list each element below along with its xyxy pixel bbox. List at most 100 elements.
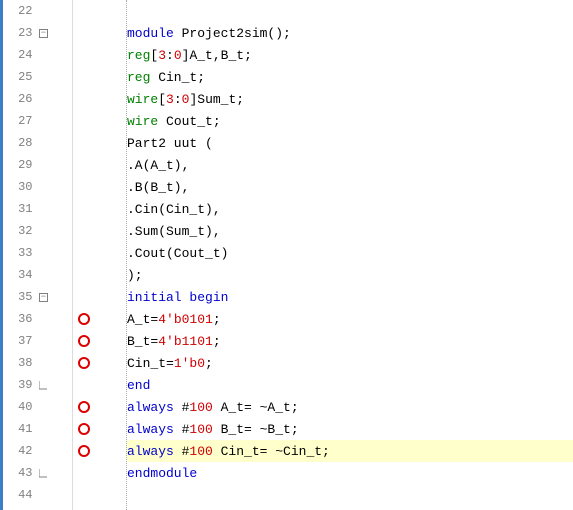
code-token: .B(B_t), — [127, 180, 189, 195]
breakpoint-slot[interactable] — [73, 374, 99, 396]
code-line[interactable]: Cin_t=1'b0; — [127, 352, 573, 374]
line-number: 32 — [3, 224, 33, 238]
code-token: .Sum(Sum_t), — [127, 224, 221, 239]
code-line[interactable]: Part2 uut ( — [127, 132, 573, 154]
line-number: 44 — [3, 488, 33, 502]
code-token: wire — [127, 114, 158, 129]
line-number: 22 — [3, 4, 33, 18]
code-token: 0 — [182, 92, 190, 107]
code-line[interactable]: endmodule — [127, 462, 573, 484]
breakpoint-slot[interactable] — [73, 352, 99, 374]
code-line[interactable]: .Cout(Cout_t) — [127, 242, 573, 264]
breakpoint-slot[interactable] — [73, 44, 99, 66]
code-line[interactable]: wire Cout_t; — [127, 110, 573, 132]
code-line[interactable]: reg[3:0]A_t,B_t; — [127, 44, 573, 66]
code-area[interactable]: module Project2sim();reg[3:0]A_t,B_t;reg… — [99, 0, 573, 510]
gutter-line: 33 — [3, 242, 72, 264]
code-token: ]A_t,B_t; — [182, 48, 252, 63]
breakpoint-icon[interactable] — [78, 335, 90, 347]
breakpoint-slot[interactable] — [73, 396, 99, 418]
fold-close-icon[interactable] — [39, 469, 48, 478]
breakpoint-slot[interactable] — [73, 0, 99, 22]
code-token: 100 — [189, 400, 212, 415]
gutter-line: 42 — [3, 440, 72, 462]
code-line[interactable]: always #100 A_t= ~A_t; — [127, 396, 573, 418]
code-token: # — [174, 444, 190, 459]
code-token: Project2sim(); — [174, 26, 291, 41]
breakpoint-slot[interactable] — [73, 154, 99, 176]
code-line[interactable]: reg Cin_t; — [127, 66, 573, 88]
code-token: 100 — [189, 422, 212, 437]
gutter-line: 27 — [3, 110, 72, 132]
gutter-line: 29 — [3, 154, 72, 176]
gutter-line: 30 — [3, 176, 72, 198]
fold-close-icon[interactable] — [39, 381, 48, 390]
breakpoint-slot[interactable] — [73, 418, 99, 440]
gutter-line: 35− — [3, 286, 72, 308]
code-token: ; — [213, 334, 221, 349]
code-line[interactable]: ); — [127, 264, 573, 286]
breakpoint-slot[interactable] — [73, 242, 99, 264]
code-token: begin — [189, 290, 228, 305]
code-line[interactable]: A_t=4'b0101; — [127, 308, 573, 330]
code-line[interactable]: end — [127, 374, 573, 396]
gutter-line: 32 — [3, 220, 72, 242]
code-token: # — [174, 422, 190, 437]
gutter-line: 31 — [3, 198, 72, 220]
fold-open-icon[interactable]: − — [39, 29, 48, 38]
breakpoint-icon[interactable] — [78, 357, 90, 369]
breakpoint-icon[interactable] — [78, 313, 90, 325]
code-line[interactable]: .A(A_t), — [127, 154, 573, 176]
code-line[interactable] — [127, 0, 573, 22]
line-number: 24 — [3, 48, 33, 62]
breakpoint-slot[interactable] — [73, 308, 99, 330]
breakpoint-slot[interactable] — [73, 66, 99, 88]
gutter-line: 25 — [3, 66, 72, 88]
line-number: 28 — [3, 136, 33, 150]
code-token: always — [127, 444, 174, 459]
line-number: 31 — [3, 202, 33, 216]
code-line[interactable]: B_t=4'b1101; — [127, 330, 573, 352]
code-line[interactable]: module Project2sim(); — [127, 22, 573, 44]
code-token: A_t= — [127, 312, 158, 327]
breakpoint-slot[interactable] — [73, 462, 99, 484]
breakpoint-slot[interactable] — [73, 220, 99, 242]
line-number: 42 — [3, 444, 33, 458]
line-number: 25 — [3, 70, 33, 84]
breakpoint-slot[interactable] — [73, 110, 99, 132]
code-token: end — [127, 378, 150, 393]
breakpoint-icon[interactable] — [78, 423, 90, 435]
code-line[interactable]: .Sum(Sum_t), — [127, 220, 573, 242]
breakpoint-slot[interactable] — [73, 330, 99, 352]
breakpoint-slot[interactable] — [73, 176, 99, 198]
code-line[interactable]: always #100 B_t= ~B_t; — [127, 418, 573, 440]
breakpoint-icon[interactable] — [78, 445, 90, 457]
code-line[interactable]: .B(B_t), — [127, 176, 573, 198]
breakpoint-icon[interactable] — [78, 401, 90, 413]
breakpoint-slot[interactable] — [73, 132, 99, 154]
code-token: 3 — [166, 92, 174, 107]
code-line[interactable]: initial begin — [127, 286, 573, 308]
breakpoint-slot[interactable] — [73, 88, 99, 110]
code-token: 100 — [189, 444, 212, 459]
breakpoint-slot[interactable] — [73, 264, 99, 286]
code-token: ]Sum_t; — [189, 92, 244, 107]
code-token: reg — [127, 48, 150, 63]
code-line[interactable] — [127, 484, 573, 506]
fold-open-icon[interactable]: − — [39, 293, 48, 302]
code-token: A_t= ~A_t; — [213, 400, 299, 415]
line-number: 29 — [3, 158, 33, 172]
code-line[interactable]: .Cin(Cin_t), — [127, 198, 573, 220]
breakpoint-slot[interactable] — [73, 286, 99, 308]
code-token: [ — [158, 92, 166, 107]
code-line[interactable]: wire[3:0]Sum_t; — [127, 88, 573, 110]
code-token: Cout_t; — [158, 114, 220, 129]
breakpoint-slot[interactable] — [73, 22, 99, 44]
breakpoint-slot[interactable] — [73, 440, 99, 462]
line-number: 43 — [3, 466, 33, 480]
line-number: 41 — [3, 422, 33, 436]
breakpoint-slot[interactable] — [73, 484, 99, 506]
code-line[interactable]: always #100 Cin_t= ~Cin_t; — [127, 440, 573, 462]
breakpoint-slot[interactable] — [73, 198, 99, 220]
line-number: 40 — [3, 400, 33, 414]
